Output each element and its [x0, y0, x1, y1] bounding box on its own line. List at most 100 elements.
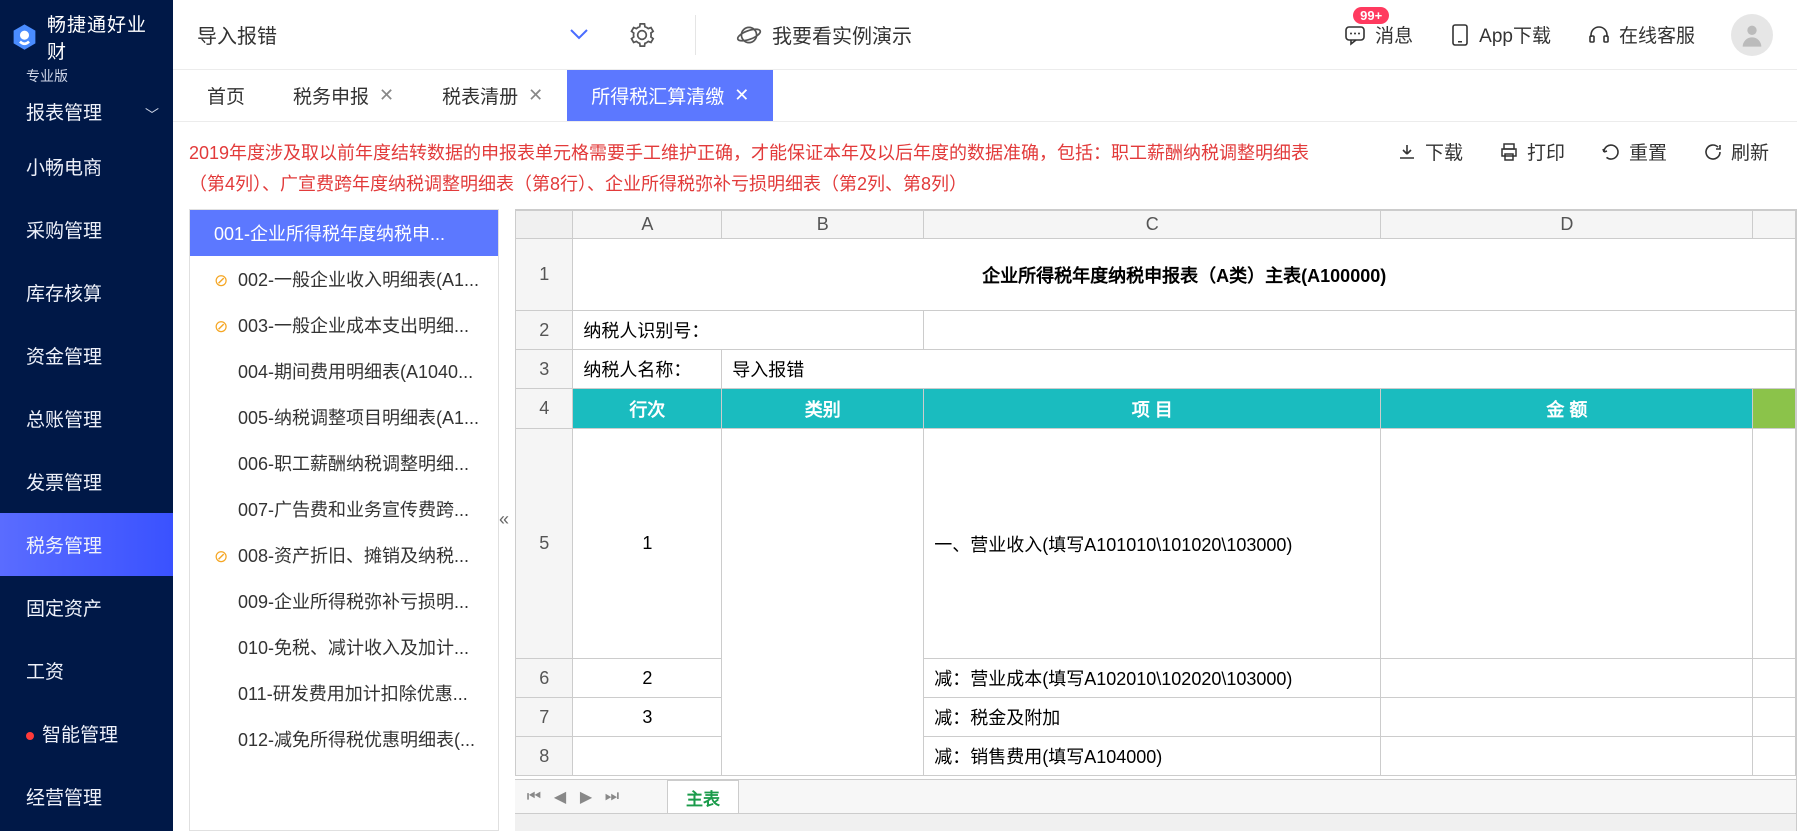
message-button[interactable]: 99+ 消息	[1343, 21, 1413, 48]
select-all-corner[interactable]	[516, 211, 573, 239]
list-item[interactable]: 007-广告费和业务宣传费跨...	[190, 486, 498, 532]
list-item[interactable]: ⊘002-一般企业收入明细表(A1...	[190, 256, 498, 302]
nav-item-intelligent[interactable]: 智能管理	[0, 702, 173, 765]
close-icon[interactable]: ✕	[734, 85, 749, 106]
sheet-grid[interactable]: A B C D 1 企业所得税年度纳税申报表（A类）主表(A100000) 2	[515, 210, 1796, 779]
close-icon[interactable]: ✕	[379, 85, 394, 106]
print-button[interactable]: 打印	[1499, 138, 1565, 165]
list-item[interactable]: 005-纳税调整项目明细表(A1...	[190, 394, 498, 440]
col-header-d[interactable]: D	[1381, 211, 1753, 239]
tab-income-tax-settlement[interactable]: 所得税汇算清缴✕	[567, 70, 773, 121]
row-header[interactable]: 3	[516, 350, 573, 389]
nav-item-funds[interactable]: 资金管理	[0, 324, 173, 387]
list-item[interactable]: 004-期间费用明细表(A1040...	[190, 348, 498, 394]
form-list: 001-企业所得税年度纳税申... ⊘002-一般企业收入明细表(A1... ⊘…	[189, 209, 499, 831]
cell-taxpayer-name[interactable]: 导入报错	[722, 350, 1796, 389]
row-header[interactable]: 1	[516, 239, 573, 311]
cell-taxpayer-name-label[interactable]: 纳税人名称：	[573, 350, 722, 389]
notification-dot-icon	[26, 732, 34, 740]
cell-amount[interactable]	[1381, 659, 1753, 698]
gear-icon[interactable]	[629, 22, 655, 48]
nav-item-salary[interactable]: 工资	[0, 639, 173, 702]
row-header[interactable]: 5	[516, 429, 573, 659]
print-icon	[1499, 142, 1519, 162]
row-header[interactable]: 8	[516, 737, 573, 776]
col-header-item[interactable]: 项 目	[924, 389, 1381, 429]
cell-item[interactable]: 减：营业成本(填写A102010\102020\103000)	[924, 659, 1381, 698]
sheet-last-icon[interactable]: ⏭	[601, 786, 623, 808]
list-item[interactable]: 001-企业所得税年度纳税申...	[190, 210, 498, 256]
col-header-seq[interactable]: 行次	[573, 389, 722, 429]
sheet-first-icon[interactable]: ⏮	[523, 786, 545, 808]
cell-taxpayer-id-label[interactable]: 纳税人识别号：	[573, 311, 924, 350]
cell[interactable]	[573, 737, 722, 776]
cell-amount[interactable]	[1381, 429, 1753, 659]
demo-link[interactable]: 我要看实例演示	[736, 20, 912, 49]
nav-item-ledger[interactable]: 总账管理	[0, 387, 173, 450]
cell-item[interactable]: 一、营业收入(填写A101010\101020\103000)	[924, 429, 1381, 659]
sheet-tab-main[interactable]: 主表	[667, 780, 739, 814]
cell-taxpayer-id[interactable]	[924, 311, 1796, 350]
cell[interactable]	[1753, 737, 1796, 776]
cell-category[interactable]	[722, 429, 924, 776]
customer-service-button[interactable]: 在线客服	[1587, 21, 1695, 48]
tab-tax-filing[interactable]: 税务申报✕	[269, 70, 418, 121]
cell-amount[interactable]	[1381, 698, 1753, 737]
cell[interactable]: 3	[573, 698, 722, 737]
col-header-category[interactable]: 类别	[722, 389, 924, 429]
nav-item-purchase[interactable]: 采购管理	[0, 198, 173, 261]
app-download-button[interactable]: App下载	[1449, 21, 1551, 48]
chevron-down-icon[interactable]	[569, 28, 589, 42]
refresh-icon	[1703, 142, 1723, 162]
list-item[interactable]: 009-企业所得税弥补亏损明...	[190, 578, 498, 624]
col-header-extra[interactable]	[1753, 211, 1796, 239]
nav-item-inventory[interactable]: 库存核算	[0, 261, 173, 324]
list-item[interactable]: ⊘003-一般企业成本支出明细...	[190, 302, 498, 348]
sheet-tabs: ⏮ ◀ ▶ ⏭ 主表	[515, 779, 1796, 813]
col-header-amount[interactable]: 金 额	[1381, 389, 1753, 429]
nav-item-assets[interactable]: 固定资产	[0, 576, 173, 639]
cell-amount[interactable]	[1381, 737, 1753, 776]
nav-item-ecommerce[interactable]: 小畅电商	[0, 135, 173, 198]
cell[interactable]: 1	[573, 429, 722, 659]
cell-item[interactable]: 减：销售费用(填写A104000)	[924, 737, 1381, 776]
collapse-handle[interactable]: «	[499, 509, 509, 530]
row-header[interactable]: 4	[516, 389, 573, 429]
brand-logo-icon	[10, 22, 39, 52]
sheet-title[interactable]: 企业所得税年度纳税申报表（A类）主表(A100000)	[573, 239, 1796, 311]
horizontal-scrollbar[interactable]	[515, 813, 1796, 831]
cell[interactable]	[1753, 698, 1796, 737]
list-item[interactable]: 006-职工薪酬纳税调整明细...	[190, 440, 498, 486]
row-header[interactable]: 7	[516, 698, 573, 737]
reset-icon	[1601, 142, 1621, 162]
list-item[interactable]: ⊘008-资产折旧、摊销及纳税...	[190, 532, 498, 578]
close-icon[interactable]: ✕	[528, 85, 543, 106]
row-header[interactable]: 6	[516, 659, 573, 698]
list-item[interactable]: 012-减免所得税优惠明细表(...	[190, 716, 498, 762]
list-item[interactable]: 011-研发费用加计扣除优惠...	[190, 670, 498, 716]
refresh-button[interactable]: 刷新	[1703, 138, 1769, 165]
reset-button[interactable]: 重置	[1601, 138, 1667, 165]
cell[interactable]	[1753, 429, 1796, 659]
breadcrumb: 导入报错	[197, 20, 277, 49]
cell[interactable]	[1753, 659, 1796, 698]
row-header[interactable]: 2	[516, 311, 573, 350]
tab-tax-forms[interactable]: 税表清册✕	[418, 70, 567, 121]
nav-item-tax[interactable]: 税务管理	[0, 513, 173, 576]
col-header-c[interactable]: C	[924, 211, 1381, 239]
col-header-extra-green[interactable]	[1753, 389, 1796, 429]
col-header-b[interactable]: B	[722, 211, 924, 239]
nav-item-business[interactable]: 经营管理	[0, 765, 173, 828]
avatar[interactable]	[1731, 14, 1773, 56]
sheet-next-icon[interactable]: ▶	[575, 786, 597, 808]
nav-item-reports[interactable]: 报表管理﹀	[0, 94, 173, 135]
tab-home[interactable]: 首页	[183, 70, 269, 121]
topbar: 导入报错 我要看实例演示 99+ 消息	[173, 0, 1797, 70]
list-item[interactable]: 010-免税、减计收入及加计...	[190, 624, 498, 670]
cell-item[interactable]: 减：税金及附加	[924, 698, 1381, 737]
nav-item-invoice[interactable]: 发票管理	[0, 450, 173, 513]
cell[interactable]: 2	[573, 659, 722, 698]
sheet-prev-icon[interactable]: ◀	[549, 786, 571, 808]
download-button[interactable]: 下载	[1397, 138, 1463, 165]
col-header-a[interactable]: A	[573, 211, 722, 239]
